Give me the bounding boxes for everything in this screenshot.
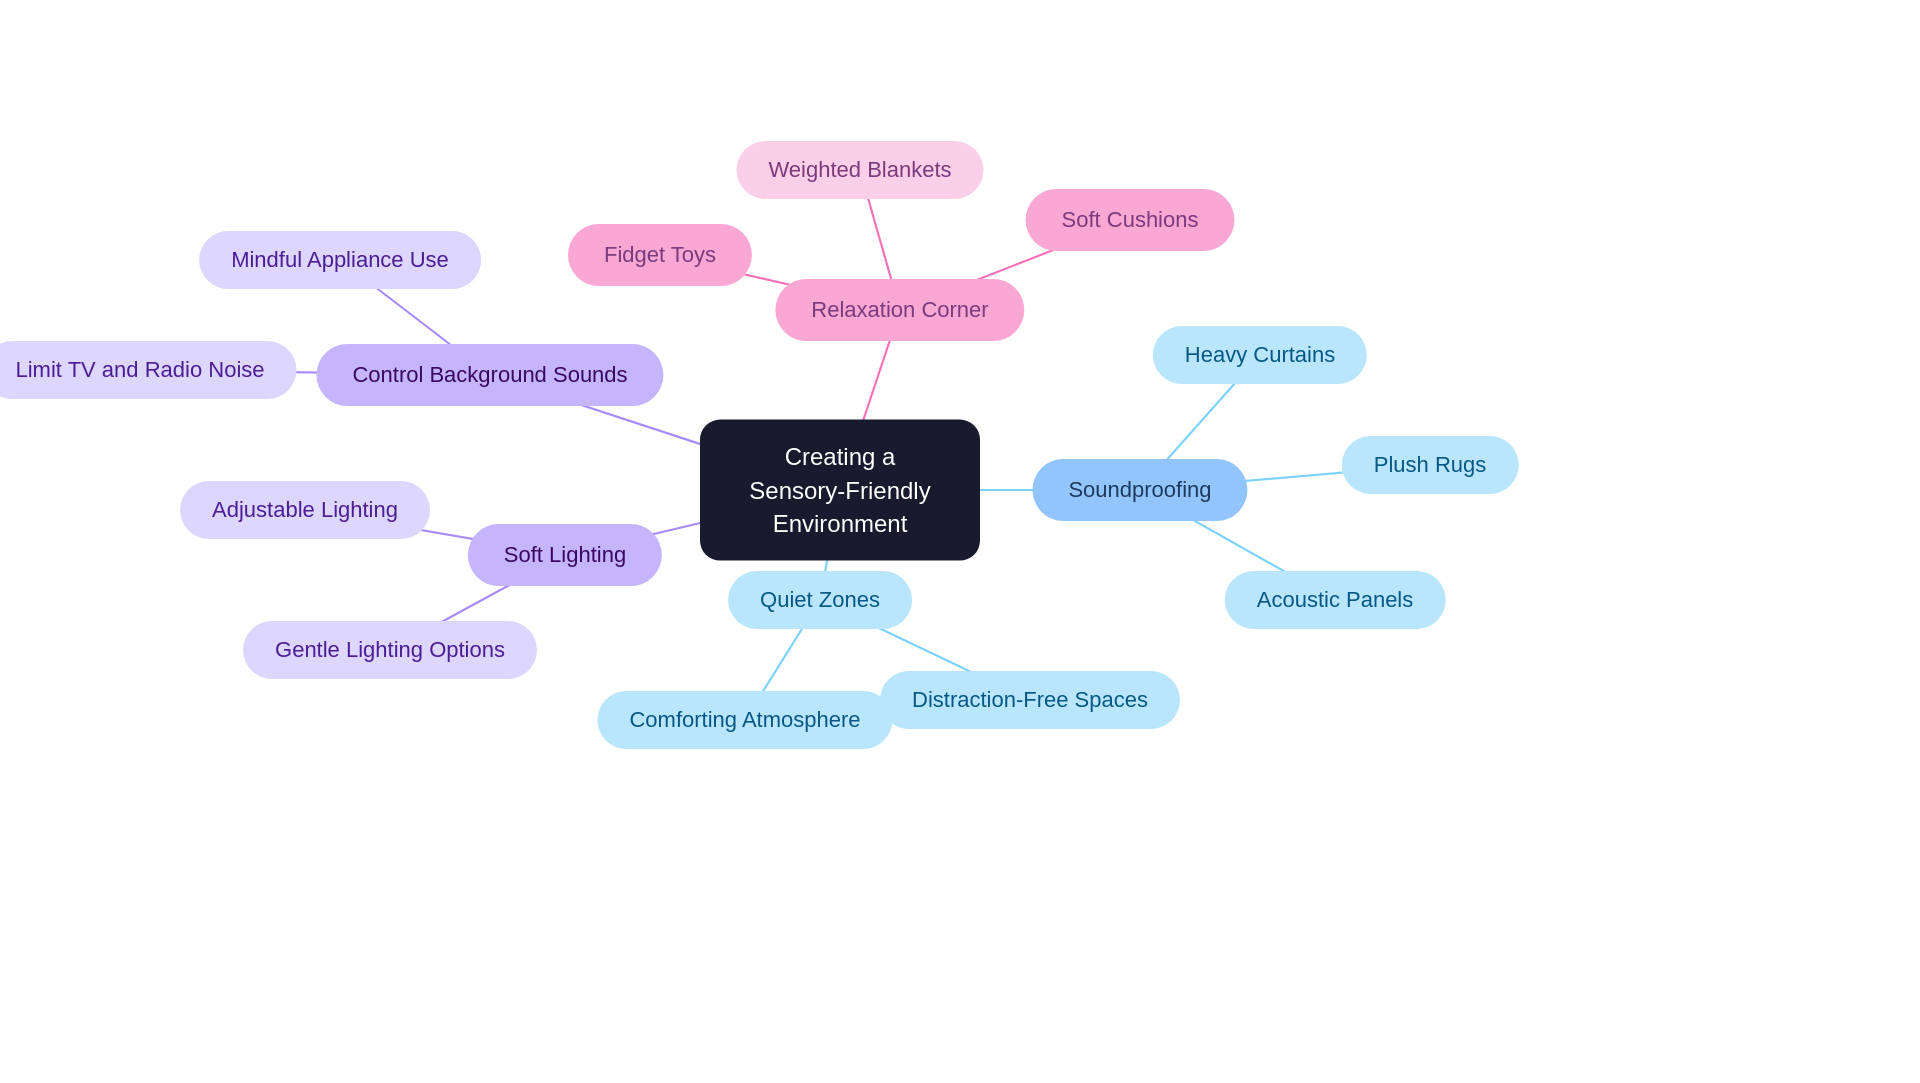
- center-node[interactable]: Creating a Sensory-Friendly Environment: [700, 420, 980, 561]
- acoustic-panels-node[interactable]: Acoustic Panels: [1225, 571, 1446, 629]
- distraction-free-node[interactable]: Distraction-Free Spaces: [880, 671, 1180, 729]
- limit-tv-node[interactable]: Limit TV and Radio Noise: [0, 341, 297, 399]
- mindmap-container: Creating a Sensory-Friendly Environment R…: [0, 0, 1920, 1083]
- mindful-appliance-node[interactable]: Mindful Appliance Use: [199, 231, 481, 289]
- soundproofing-node[interactable]: Soundproofing: [1032, 459, 1247, 521]
- adjustable-lighting-node[interactable]: Adjustable Lighting: [180, 481, 430, 539]
- plush-rugs-node[interactable]: Plush Rugs: [1342, 436, 1519, 494]
- heavy-curtains-node[interactable]: Heavy Curtains: [1153, 326, 1367, 384]
- control-background-node[interactable]: Control Background Sounds: [316, 344, 663, 406]
- relaxation-corner-node[interactable]: Relaxation Corner: [775, 279, 1024, 341]
- quiet-zones-node[interactable]: Quiet Zones: [728, 571, 912, 629]
- fidget-toys-node[interactable]: Fidget Toys: [568, 224, 752, 286]
- soft-cushions-node[interactable]: Soft Cushions: [1026, 189, 1235, 251]
- soft-lighting-node[interactable]: Soft Lighting: [468, 524, 662, 586]
- gentle-lighting-node[interactable]: Gentle Lighting Options: [243, 621, 537, 679]
- comforting-atmosphere-node[interactable]: Comforting Atmosphere: [597, 691, 892, 749]
- weighted-blankets-node[interactable]: Weighted Blankets: [736, 141, 983, 199]
